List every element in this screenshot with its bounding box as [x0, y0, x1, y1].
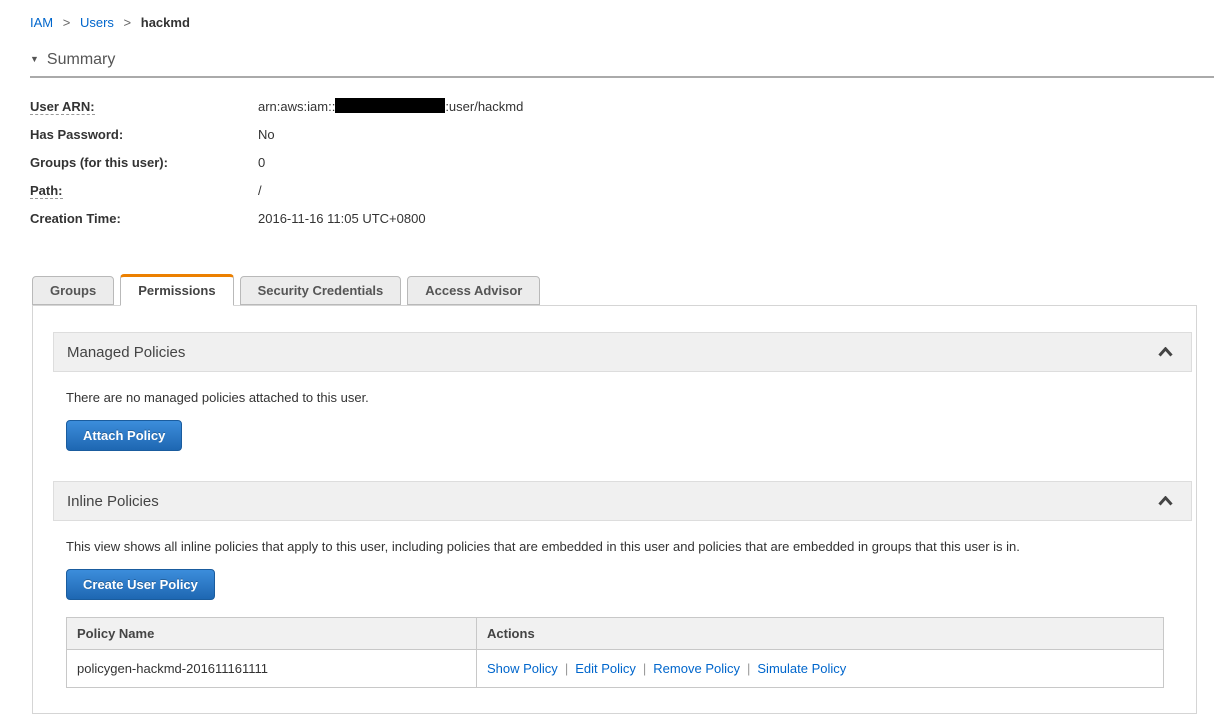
redacted-account-id	[335, 98, 446, 113]
action-separator: |	[747, 661, 751, 676]
tab-permissions[interactable]: Permissions	[120, 274, 234, 306]
breadcrumb-link-iam[interactable]: IAM	[30, 15, 53, 30]
remove-policy-link[interactable]: Remove Policy	[653, 661, 740, 676]
field-value-has-password: No	[258, 126, 275, 142]
iam-user-page: IAM > Users > hackmd ▼ Summary User ARN: …	[0, 0, 1214, 714]
permissions-tab-panel: Managed Policies There are no managed po…	[32, 305, 1197, 714]
breadcrumb-separator: >	[123, 15, 132, 30]
inline-policies-body: This view shows all inline policies that…	[66, 538, 1164, 688]
field-value-path: /	[258, 182, 262, 198]
managed-policies-title: Managed Policies	[67, 343, 186, 361]
breadcrumb-link-users[interactable]: Users	[80, 15, 114, 30]
managed-policies-body: There are no managed policies attached t…	[66, 389, 1164, 451]
field-row-creation-time: Creation Time: 2016-11-16 11:05 UTC+0800	[30, 204, 1214, 232]
edit-policy-link[interactable]: Edit Policy	[575, 661, 636, 676]
summary-title: Summary	[46, 51, 116, 68]
summary-header: ▼ Summary	[30, 51, 1214, 69]
table-header-row: Policy Name Actions	[66, 617, 1164, 650]
field-label-groups: Groups (for this user):	[30, 154, 168, 170]
column-header-actions: Actions	[476, 617, 1164, 650]
field-label-path: Path:	[30, 182, 63, 199]
field-row-path: Path: /	[30, 176, 1214, 204]
attach-policy-button[interactable]: Attach Policy	[66, 420, 183, 451]
arn-prefix: arn:aws:iam::	[258, 99, 336, 114]
collapse-triangle-icon[interactable]: ▼	[30, 54, 39, 64]
summary-fields: User ARN: arn:aws:iam:::user/hackmd Has …	[30, 92, 1214, 232]
simulate-policy-link[interactable]: Simulate Policy	[757, 661, 846, 676]
arn-suffix: :user/hackmd	[445, 99, 524, 114]
tab-groups[interactable]: Groups	[32, 276, 115, 305]
action-separator: |	[642, 661, 647, 676]
chevron-up-icon[interactable]	[1154, 492, 1177, 510]
breadcrumb-separator: >	[62, 15, 71, 30]
breadcrumb: IAM > Users > hackmd	[0, 0, 1214, 30]
field-value-creation-time: 2016-11-16 11:05 UTC+0800	[258, 210, 426, 226]
managed-policies-empty-message: There are no managed policies attached t…	[66, 390, 369, 405]
summary-divider	[30, 76, 1214, 78]
field-row-user-arn: User ARN: arn:aws:iam:::user/hackmd	[30, 92, 1214, 120]
tab-bar: Groups Permissions Security Credentials …	[32, 274, 1214, 306]
field-value-groups: 0	[258, 154, 266, 170]
field-value-user-arn: arn:aws:iam:::user/hackmd	[258, 98, 523, 114]
chevron-up-icon[interactable]	[1154, 343, 1177, 361]
policy-name-cell: policygen-hackmd-201611161111	[66, 649, 477, 688]
field-row-has-password: Has Password: No	[30, 120, 1214, 148]
inline-policies-title: Inline Policies	[67, 492, 159, 510]
policy-actions-cell: Show Policy | Edit Policy | Remove Policy | Si…	[476, 649, 1164, 688]
tab-access-advisor[interactable]: Access Advisor	[407, 276, 541, 305]
breadcrumb-current-user: hackmd	[140, 15, 190, 30]
action-separator: |	[564, 661, 569, 676]
column-header-policy-name: Policy Name	[66, 617, 477, 650]
field-label-has-password: Has Password:	[30, 126, 124, 142]
managed-policies-header[interactable]: Managed Policies	[53, 332, 1192, 372]
show-policy-link[interactable]: Show Policy	[487, 661, 558, 676]
create-user-policy-button[interactable]: Create User Policy	[66, 569, 215, 600]
tab-security-credentials[interactable]: Security Credentials	[239, 276, 402, 305]
field-row-groups: Groups (for this user): 0	[30, 148, 1214, 176]
inline-policies-table: Policy Name Actions policygen-hackmd-201…	[66, 617, 1164, 688]
field-label-creation-time: Creation Time:	[30, 210, 121, 226]
field-label-user-arn: User ARN:	[30, 98, 95, 115]
table-row: policygen-hackmd-201611161111 Show Polic…	[66, 649, 1164, 688]
inline-policies-header[interactable]: Inline Policies	[53, 481, 1192, 521]
inline-policies-description: This view shows all inline policies that…	[66, 539, 1020, 554]
